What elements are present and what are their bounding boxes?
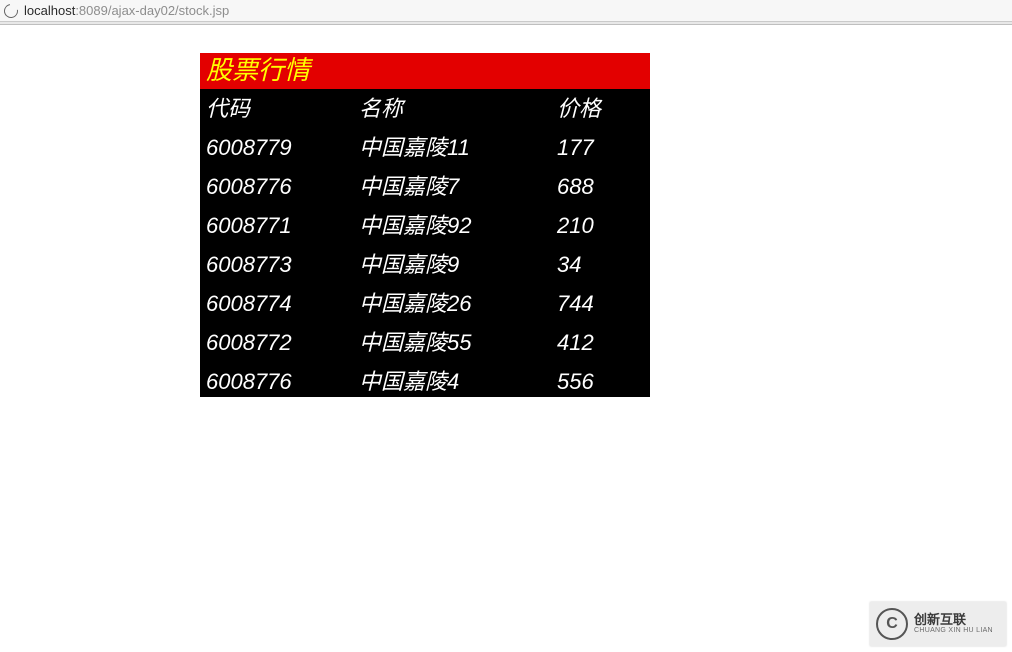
stock-table: 代码 名称 价格 6008779中国嘉陵111776008776中国嘉陵7688… <box>200 89 650 397</box>
watermark-text: 创新互联 CHUANG XIN HU LIAN <box>914 613 993 635</box>
table-row: 6008772中国嘉陵55412 <box>200 323 650 362</box>
cell-code: 6008776 <box>200 167 353 206</box>
toolbar-divider <box>0 22 1012 25</box>
table-row: 6008776中国嘉陵7688 <box>200 167 650 206</box>
cell-price: 177 <box>551 128 650 167</box>
cell-name: 中国嘉陵55 <box>353 323 551 362</box>
table-row: 6008774中国嘉陵26744 <box>200 284 650 323</box>
cell-price: 210 <box>551 206 650 245</box>
cell-name: 中国嘉陵7 <box>353 167 551 206</box>
refresh-icon[interactable] <box>1 1 20 20</box>
table-row: 6008771中国嘉陵92210 <box>200 206 650 245</box>
watermark-line1: 创新互联 <box>914 613 993 627</box>
cell-name: 中国嘉陵9 <box>353 245 551 284</box>
address-host: localhost <box>24 3 75 18</box>
cell-price: 744 <box>551 284 650 323</box>
cell-code: 6008774 <box>200 284 353 323</box>
cell-name: 中国嘉陵92 <box>353 206 551 245</box>
col-header-price: 价格 <box>551 89 650 128</box>
cell-name: 中国嘉陵4 <box>353 362 551 397</box>
cell-price: 688 <box>551 167 650 206</box>
table-header-row: 代码 名称 价格 <box>200 89 650 128</box>
cell-name: 中国嘉陵26 <box>353 284 551 323</box>
watermark: C 创新互联 CHUANG XIN HU LIAN <box>870 602 1006 646</box>
table-row: 6008779中国嘉陵11177 <box>200 128 650 167</box>
panel-title: 股票行情 <box>200 53 650 89</box>
address-bar[interactable]: localhost:8089/ajax-day02/stock.jsp <box>0 0 1012 22</box>
watermark-line2: CHUANG XIN HU LIAN <box>914 627 993 635</box>
stock-panel: 股票行情 代码 名称 价格 6008779中国嘉陵111776008776中国嘉… <box>200 53 650 397</box>
address-path: :8089/ajax-day02/stock.jsp <box>75 3 229 18</box>
cell-code: 6008772 <box>200 323 353 362</box>
cell-code: 6008773 <box>200 245 353 284</box>
cell-name: 中国嘉陵11 <box>353 128 551 167</box>
col-header-code: 代码 <box>200 89 353 128</box>
cell-code: 6008771 <box>200 206 353 245</box>
table-row: 6008776中国嘉陵4556 <box>200 362 650 397</box>
table-row: 6008773中国嘉陵934 <box>200 245 650 284</box>
cell-price: 556 <box>551 362 650 397</box>
cell-code: 6008776 <box>200 362 353 397</box>
col-header-name: 名称 <box>353 89 551 128</box>
watermark-logo-icon: C <box>876 608 908 640</box>
cell-code: 6008779 <box>200 128 353 167</box>
cell-price: 412 <box>551 323 650 362</box>
cell-price: 34 <box>551 245 650 284</box>
